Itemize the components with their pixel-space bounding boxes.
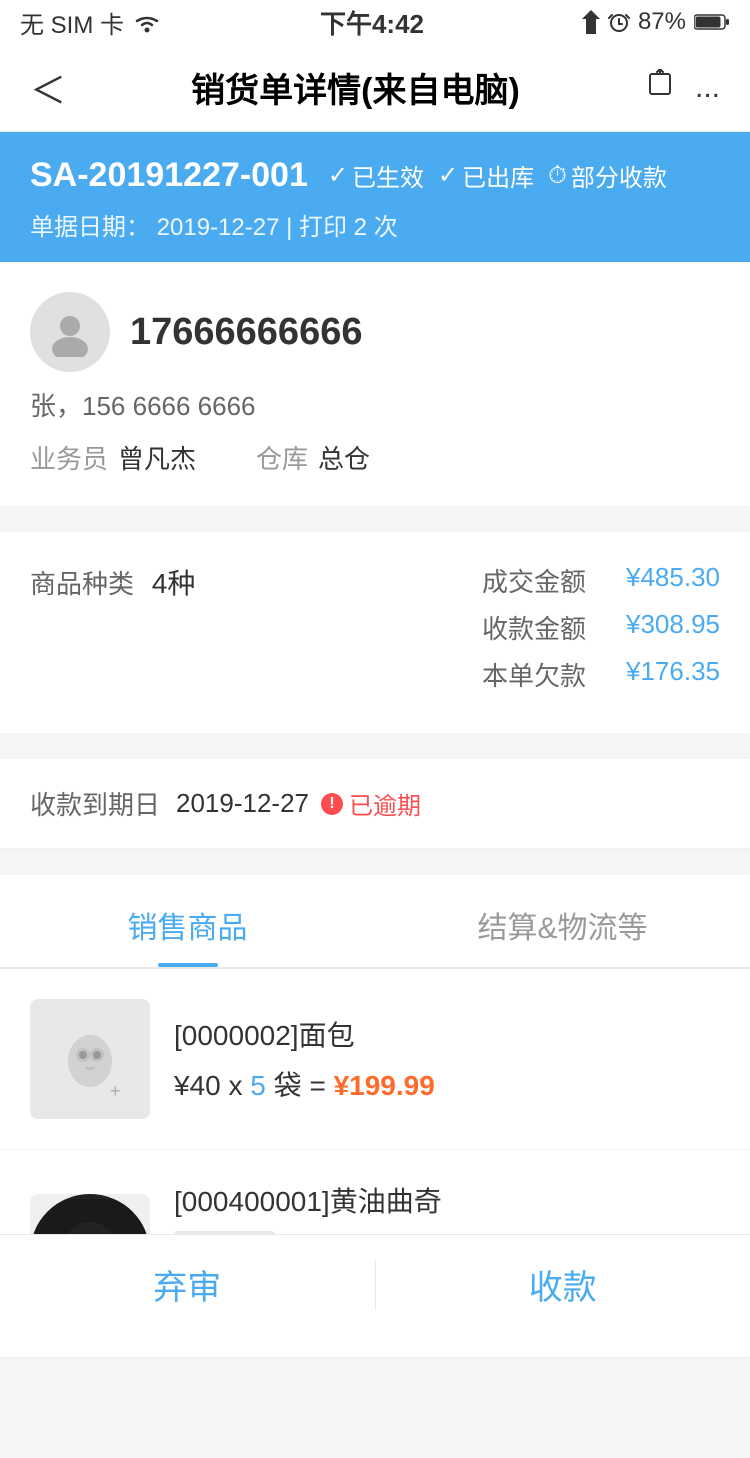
qty-1: 5 [250,1070,266,1101]
divider-2 [0,743,750,759]
debt-row: 本单欠款 ¥176.35 [482,656,720,693]
finance-amounts: 成交金额 ¥485.30 收款金额 ¥308.95 本单欠款 ¥176.35 [482,562,720,703]
nav-actions: ... [645,69,720,106]
deal-amount-label: 成交金额 [482,562,586,599]
overdue-text: 已逾期 [349,786,421,821]
nav-bar: ＜ 销货单详情(来自电脑) ... [0,44,750,132]
received-value: ¥308.95 [626,609,720,646]
header-banner: SA-20191227-001 ✓ 已生效 ✓ 已出库 ⏱ 部分收款 单据日期：… [0,132,750,262]
product-types-label: 商品种类 [30,569,134,599]
clock-icon: ⏱ [548,162,567,190]
warehouse-value: 总仓 [318,439,370,476]
received-row: 收款金额 ¥308.95 [482,609,720,646]
product-name-1: [0000002]面包 [174,1014,720,1054]
product-name-2: [000400001]黄油曲奇 [174,1180,720,1220]
deal-amount-value: ¥485.30 [626,562,720,599]
product-types-value: 4种 [152,568,196,599]
customer-phone: 17666666666 [130,311,362,354]
check-icon-2: ✓ [438,161,458,190]
bottom-bar: 弃审 收款 [0,1234,750,1334]
customer-section: 17666666666 张，156 6666 6666 业务员 曾凡杰 仓库 总… [0,262,750,506]
salesperson-item: 业务员 曾凡杰 [30,439,196,476]
warehouse-item: 仓库 总仓 [256,439,370,476]
sim-label: 无 SIM 卡 [20,5,124,40]
product-price-1: ¥40 x 5 袋 = ¥199.99 [174,1064,720,1104]
divider-3 [0,859,750,875]
due-label: 收款到期日 [30,785,160,822]
status-badge-effective: ✓ 已生效 [328,158,424,193]
customer-row: 17666666666 [30,292,720,372]
overdue-dot: ! [321,793,343,815]
overdue-badge: ! 已逾期 [321,786,421,821]
status-right: 87% [582,8,730,36]
wifi-icon [132,11,162,33]
bread-thumb-icon: + [40,1009,140,1109]
alarm-icon [608,11,630,33]
tabs: 销售商品 结算&物流等 [0,875,750,968]
warehouse-label: 仓库 [256,439,308,476]
salesperson-label: 业务员 [30,439,108,476]
deal-amount-row: 成交金额 ¥485.30 [482,562,720,599]
back-button[interactable]: ＜ [30,62,66,114]
unit-1: 袋 [274,1070,302,1101]
status-badge-shipped: ✓ 已出库 [438,158,534,193]
banner-row1: SA-20191227-001 ✓ 已生效 ✓ 已出库 ⏱ 部分收款 [30,156,720,195]
status-badges: ✓ 已生效 ✓ 已出库 ⏱ 部分收款 [328,158,667,193]
product-info-1: [0000002]面包 ¥40 x 5 袋 = ¥199.99 [174,1014,720,1104]
status-bar: 无 SIM 卡 下午4:42 87% [0,0,750,44]
bottom-spacer [0,1358,750,1458]
tab-products[interactable]: 销售商品 [0,875,375,967]
confirm-button[interactable]: 收款 [376,1260,750,1309]
banner-date-row: 单据日期： 2019-12-27 | 打印 2 次 [30,207,720,242]
date-value: 2019-12-27 [157,214,280,241]
tabs-section: 销售商品 结算&物流等 [0,875,750,969]
product-item: + [0000002]面包 ¥40 x 5 袋 = ¥199.99 [0,969,750,1150]
print-info: | 打印 2 次 [286,214,398,241]
check-icon-1: ✓ [328,161,348,190]
debt-value: ¥176.35 [626,656,720,693]
customer-name-sub: 张，156 6666 6666 [30,386,720,423]
salesperson-value: 曾凡杰 [118,439,196,476]
product-types-block: 商品种类 4种 [30,562,195,602]
order-id: SA-20191227-001 [30,156,308,195]
divider-1 [0,516,750,532]
share-icon[interactable] [645,69,675,106]
received-label: 收款金额 [482,609,586,646]
customer-meta: 业务员 曾凡杰 仓库 总仓 [30,439,720,476]
product-thumb-1: + [30,999,150,1119]
battery-label: 87% [638,8,686,36]
svg-text:+: + [110,1081,121,1101]
date-label: 单据日期： [30,214,150,241]
cancel-button[interactable]: 弃审 [0,1260,375,1309]
page-title: 销货单详情(来自电脑) [191,63,520,112]
due-section: 收款到期日 2019-12-27 ! 已逾期 [0,759,750,849]
status-time: 下午4:42 [320,4,424,41]
tab-settlement[interactable]: 结算&物流等 [375,875,750,967]
more-icon[interactable]: ... [695,71,720,105]
price-1: ¥40 [174,1070,221,1101]
finance-section: 商品种类 4种 成交金额 ¥485.30 收款金额 ¥308.95 本单欠款 ¥… [0,532,750,733]
debt-label: 本单欠款 [482,656,586,693]
status-badge-partial: ⏱ 部分收款 [548,158,667,193]
status-left: 无 SIM 卡 [20,5,162,40]
total-1: ¥199.99 [334,1070,435,1101]
battery-icon [694,13,730,31]
due-date: 2019-12-27 [176,788,309,819]
location-icon [582,10,600,34]
avatar [30,292,110,372]
